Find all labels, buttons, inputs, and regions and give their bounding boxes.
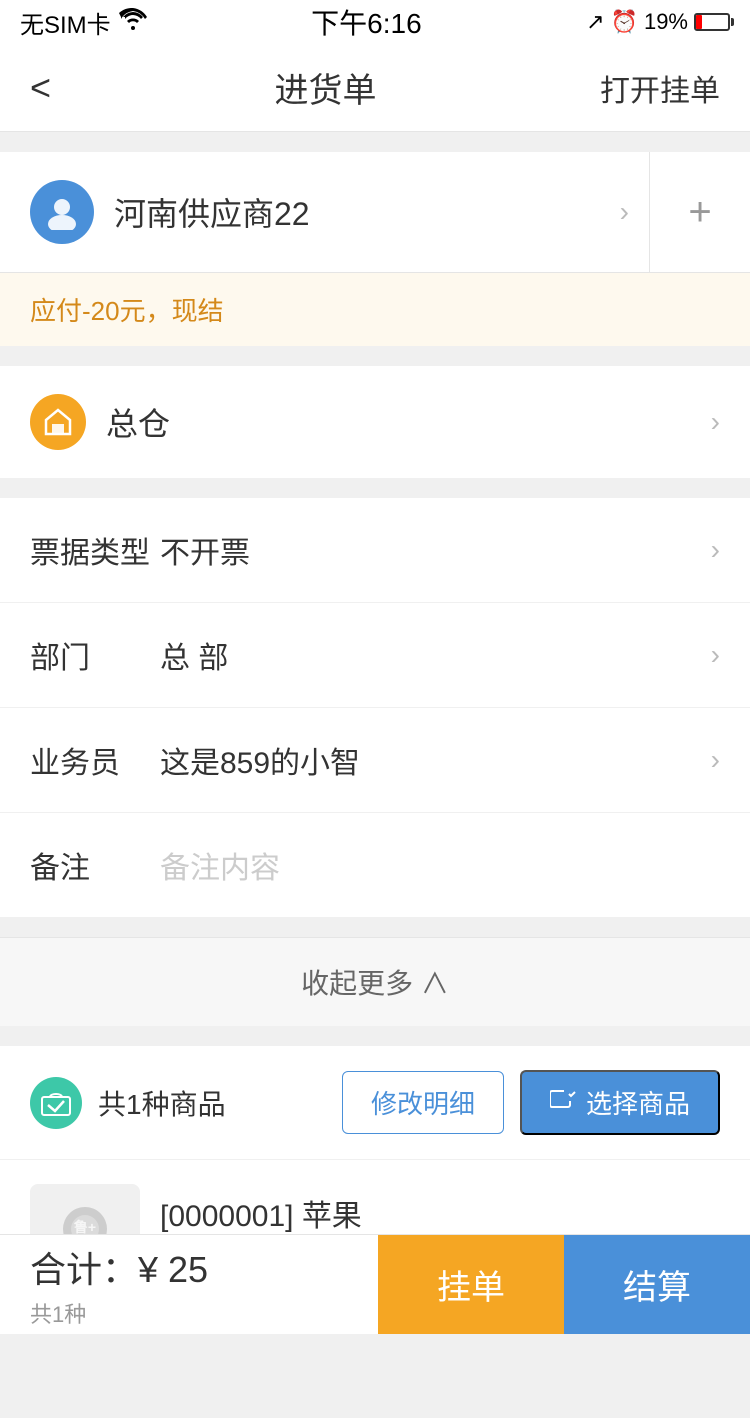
supplier-avatar bbox=[30, 180, 94, 244]
pending-button[interactable]: 挂单 bbox=[378, 1235, 564, 1334]
products-header: 共1种商品 修改明细 选择商品 bbox=[0, 1046, 750, 1160]
content: 河南供应商22 › + 应付-20元，现结 总仓 › 票据类型 不开票 › 部门 bbox=[0, 132, 750, 1418]
dept-row[interactable]: 部门 总 部 › bbox=[0, 603, 750, 708]
location-icon: ↗ bbox=[586, 9, 604, 35]
status-left: 无SIM卡 bbox=[20, 5, 147, 40]
supplier-section: 河南供应商22 › + bbox=[0, 152, 750, 273]
product-title: 苹果 bbox=[302, 1200, 362, 1233]
remark-label: 备注 bbox=[30, 843, 160, 887]
bill-type-chevron-icon: › bbox=[711, 534, 720, 566]
supplier-chevron-icon: › bbox=[620, 196, 629, 228]
edit-detail-button[interactable]: 修改明细 bbox=[342, 1071, 504, 1134]
notice-text: 应付-20元，现结 bbox=[30, 296, 224, 326]
add-supplier-button[interactable]: + bbox=[650, 152, 750, 272]
product-name: [0000001] 苹果 bbox=[160, 1191, 668, 1235]
status-right: ↗ ⏰ 19% bbox=[586, 9, 730, 35]
gap-top bbox=[0, 132, 750, 152]
status-bar: 无SIM卡 下午6:16 ↗ ⏰ 19% bbox=[0, 0, 750, 44]
dept-chevron-icon: › bbox=[711, 639, 720, 671]
back-button[interactable]: < bbox=[30, 67, 51, 109]
remark-value: 备注内容 bbox=[160, 843, 720, 887]
salesman-value: 这是859的小智 bbox=[160, 738, 711, 782]
products-count: 共1种商品 bbox=[98, 1083, 326, 1123]
total-amount: ¥ 25 bbox=[138, 1249, 208, 1290]
bill-type-row[interactable]: 票据类型 不开票 › bbox=[0, 498, 750, 603]
svg-text:鲁+: 鲁+ bbox=[73, 1219, 96, 1235]
wifi-icon bbox=[119, 8, 147, 37]
warehouse-icon bbox=[30, 394, 86, 450]
bill-type-label: 票据类型 bbox=[30, 528, 160, 572]
select-product-label: 选择商品 bbox=[586, 1084, 690, 1121]
warehouse-chevron-icon: › bbox=[711, 406, 720, 438]
network-label: 无SIM卡 bbox=[20, 5, 111, 40]
select-product-icon bbox=[550, 1087, 578, 1118]
warehouse-name: 总仓 bbox=[106, 399, 691, 445]
dept-label: 部门 bbox=[30, 633, 160, 677]
bill-type-value: 不开票 bbox=[160, 528, 711, 572]
nav-bar: < 进货单 打开挂单 bbox=[0, 44, 750, 132]
product-code: [0000001] bbox=[160, 1200, 293, 1233]
salesman-row[interactable]: 业务员 这是859的小智 › bbox=[0, 708, 750, 813]
page-title: 进货单 bbox=[275, 63, 377, 112]
bottom-bar: 合计：¥ 25 共1种 挂单 结算 bbox=[0, 1234, 750, 1334]
products-icon bbox=[30, 1077, 82, 1129]
total-main: 合计：¥ 25 bbox=[30, 1241, 348, 1293]
alarm-icon: ⏰ bbox=[611, 9, 638, 35]
salesman-label: 业务员 bbox=[30, 738, 160, 782]
select-product-button[interactable]: 选择商品 bbox=[520, 1070, 720, 1135]
open-pending-button[interactable]: 打开挂单 bbox=[600, 66, 720, 110]
checkout-button[interactable]: 结算 bbox=[564, 1235, 750, 1334]
total-section: 合计：¥ 25 共1种 bbox=[0, 1241, 378, 1329]
total-label: 合计： bbox=[30, 1249, 138, 1290]
collapse-more-button[interactable]: 收起更多 ∧ bbox=[0, 937, 750, 1026]
salesman-chevron-icon: › bbox=[711, 744, 720, 776]
notice-banner: 应付-20元，现结 bbox=[0, 273, 750, 346]
warehouse-row[interactable]: 总仓 › bbox=[0, 366, 750, 478]
form-section: 票据类型 不开票 › 部门 总 部 › 业务员 这是859的小智 › 备注 备注… bbox=[0, 498, 750, 917]
supplier-row[interactable]: 河南供应商22 › bbox=[0, 152, 649, 272]
battery-percentage: 19% bbox=[644, 9, 688, 35]
dept-value: 总 部 bbox=[160, 633, 711, 677]
total-sub: 共1种 bbox=[30, 1297, 348, 1329]
supplier-name: 河南供应商22 bbox=[114, 189, 600, 235]
status-time: 下午6:16 bbox=[311, 2, 422, 42]
battery-icon bbox=[694, 13, 730, 31]
remark-row[interactable]: 备注 备注内容 bbox=[0, 813, 750, 917]
